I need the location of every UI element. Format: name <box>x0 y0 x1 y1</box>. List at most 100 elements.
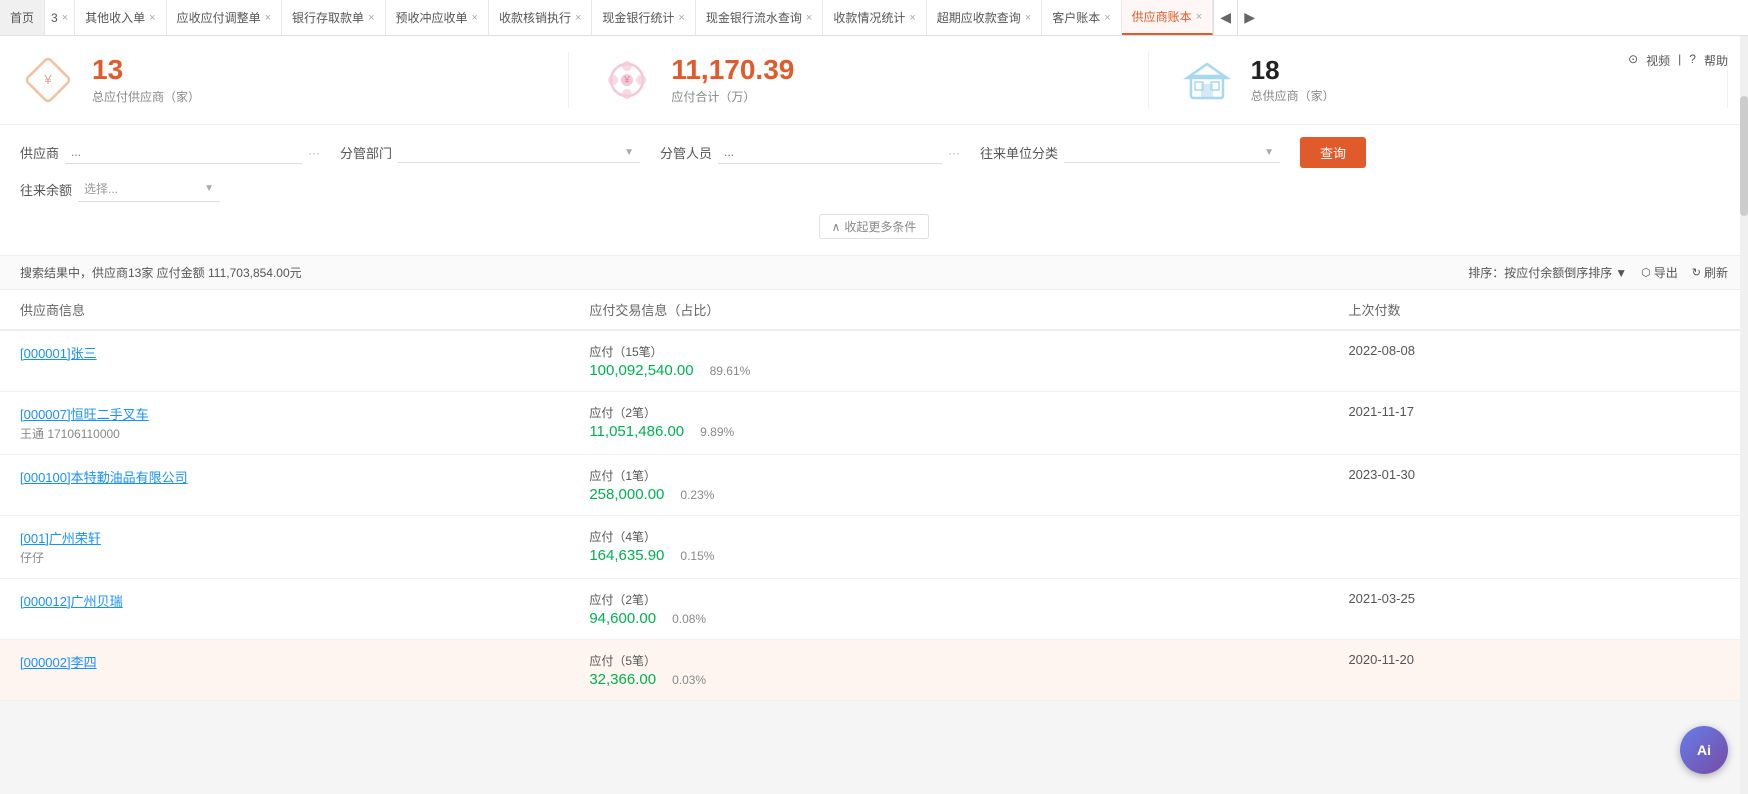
video-link[interactable]: 视频 <box>1646 52 1670 69</box>
nav-right-arrow[interactable]: ▶ <box>1237 0 1261 35</box>
nav-tab-other-income[interactable]: 其他收入单 × <box>75 0 166 35</box>
filter-person: 分管人员 ··· <box>660 141 960 164</box>
supplier-link-3[interactable]: [000100]本特勤油品有限公司 <box>20 470 188 485</box>
card3-info: 18 总供应商（家） <box>1251 56 1335 104</box>
lastpay-date-6: 2020-11-20 <box>1348 652 1414 667</box>
trans-percent-5: 0.08% <box>672 612 706 626</box>
trans-amount-2[interactable]: 11,051,486.00 <box>589 423 684 440</box>
nav-tab-home[interactable]: 首页 <box>0 0 45 35</box>
col-header-transaction: 应付交易信息（占比） <box>589 300 1348 319</box>
trans-row-2: 11,051,486.00 9.89% <box>589 423 1348 440</box>
person-input[interactable] <box>718 141 942 164</box>
trans-row-3: 258,000.00 0.23% <box>589 486 1348 503</box>
category-select[interactable]: ▼ <box>1064 143 1280 163</box>
balance-select[interactable]: 选择... ▼ <box>78 176 220 202</box>
supplier-dots-icon[interactable]: ··· <box>308 146 320 160</box>
supplier-input[interactable] <box>65 141 302 164</box>
refresh-button[interactable]: ↻ 刷新 <box>1692 264 1728 281</box>
divider: | <box>1678 52 1681 69</box>
transaction-info-6: 应付（5笔） 32,366.00 0.03% <box>589 652 1348 688</box>
nav-tab-cash-stat[interactable]: 现金银行统计 × <box>592 0 695 35</box>
nav-tab-supplier-ledger-label: 供应商账本 <box>1132 8 1192 25</box>
filter-row-1: 供应商 ··· 分管部门 ▼ 分管人员 ··· 往来单位分类 ▼ 查询 <box>20 137 1728 168</box>
svg-text:¥: ¥ <box>624 75 631 86</box>
trans-amount-1[interactable]: 100,092,540.00 <box>589 362 693 379</box>
nav-tab-receipt-verify[interactable]: 收款核销执行 × <box>489 0 592 35</box>
nav-tab-supplier-ledger[interactable]: 供应商账本 × <box>1122 0 1213 35</box>
dept-select[interactable]: ▼ <box>398 143 640 163</box>
person-dots-icon[interactable]: ··· <box>948 146 960 160</box>
top-navigation: 首页 3 × 其他收入单 × 应收应付调整单 × 银行存取款单 × 预收冲应收单… <box>0 0 1748 36</box>
card2-number: 11,170.39 <box>671 55 794 86</box>
nav-tab-3-close[interactable]: × <box>62 12 68 24</box>
trans-amount-5[interactable]: 94,600.00 <box>589 610 656 627</box>
col-header-supplier: 供应商信息 <box>20 300 589 319</box>
lastpay-3: 2023-01-30 <box>1348 467 1728 482</box>
nav-tab-overdue-ar[interactable]: 超期应收款查询 × <box>927 0 1042 35</box>
nav-tab-receipt-verify-close[interactable]: × <box>575 12 581 24</box>
filter-area: 供应商 ··· 分管部门 ▼ 分管人员 ··· 往来单位分类 ▼ 查询 <box>0 125 1748 256</box>
trans-amount-3[interactable]: 258,000.00 <box>589 486 664 503</box>
flower-icon: ¥ <box>599 52 655 108</box>
nav-tab-cash-flow[interactable]: 现金银行流水查询 × <box>696 0 823 35</box>
query-button[interactable]: 查询 <box>1300 137 1366 168</box>
supplier-link-5[interactable]: [000012]广州贝瑞 <box>20 594 123 609</box>
nav-tab-advance-ar-label: 预收冲应收单 <box>396 9 468 26</box>
card1-info: 13 总应付供应商（家） <box>92 55 200 105</box>
nav-tab-ar-ap[interactable]: 应收应付调整单 × <box>167 0 282 35</box>
scrollbar-thumb[interactable] <box>1740 96 1748 216</box>
export-button[interactable]: ⬡ 导出 <box>1641 264 1678 281</box>
nav-tab-ar-ap-label: 应收应付调整单 <box>177 9 261 26</box>
card3-number: 18 <box>1251 56 1335 85</box>
nav-left-arrow[interactable]: ◀ <box>1213 0 1237 35</box>
nav-tab-other-income-close[interactable]: × <box>149 12 155 24</box>
lastpay-1: 2022-08-08 <box>1348 343 1728 358</box>
trans-percent-4: 0.15% <box>680 549 714 563</box>
nav-tab-customer-ledger[interactable]: 客户账本 × <box>1042 0 1121 35</box>
lastpay-6: 2020-11-20 <box>1348 652 1728 667</box>
nav-tab-cash-flow-label: 现金银行流水查询 <box>706 9 802 26</box>
trans-row-5: 94,600.00 0.08% <box>589 610 1348 627</box>
nav-tab-receipt-stat[interactable]: 收款情况统计 × <box>823 0 926 35</box>
nav-tab-cash-flow-close[interactable]: × <box>806 12 812 24</box>
supplier-link-1[interactable]: [000001]张三 <box>20 346 97 361</box>
nav-tab-3[interactable]: 3 × <box>45 0 75 35</box>
nav-tab-supplier-ledger-close[interactable]: × <box>1196 11 1202 23</box>
supplier-link-6[interactable]: [000002]李四 <box>20 655 97 670</box>
supplier-link-2[interactable]: [000007]恒旺二手叉车 <box>20 407 149 422</box>
transaction-info-2: 应付（2笔） 11,051,486.00 9.89% <box>589 404 1348 440</box>
nav-tab-bank-close[interactable]: × <box>368 12 374 24</box>
trans-label-2: 应付（2笔） <box>589 404 1348 421</box>
filter-category: 往来单位分类 ▼ <box>980 143 1280 163</box>
trans-amount-4[interactable]: 164,635.90 <box>589 547 664 564</box>
supplier-link-4[interactable]: [001]广州荣轩 <box>20 531 101 546</box>
nav-tab-overdue-ar-close[interactable]: × <box>1025 12 1031 24</box>
nav-tab-advance-ar[interactable]: 预收冲应收单 × <box>386 0 489 35</box>
lastpay-date-2: 2021-11-17 <box>1348 404 1414 419</box>
ai-badge-label: Ai <box>1697 742 1711 758</box>
nav-tab-bank-label: 银行存取款单 <box>292 9 364 26</box>
nav-tab-customer-ledger-close[interactable]: × <box>1104 12 1110 24</box>
ai-badge[interactable]: Ai <box>1680 726 1728 774</box>
card2-label: 应付合计（万） <box>671 88 794 105</box>
nav-tab-receipt-verify-label: 收款核销执行 <box>499 9 571 26</box>
sort-button[interactable]: 排序：按应付余额倒序排序 ▼ <box>1468 264 1627 281</box>
help-link[interactable]: 帮助 <box>1704 52 1728 69</box>
nav-tab-receipt-stat-close[interactable]: × <box>909 12 915 24</box>
trans-row-6: 32,366.00 0.03% <box>589 671 1348 688</box>
table-row: [000001]张三 应付（15笔） 100,092,540.00 89.61%… <box>0 331 1748 392</box>
transaction-info-3: 应付（1笔） 258,000.00 0.23% <box>589 467 1348 503</box>
trans-percent-3: 0.23% <box>680 488 714 502</box>
nav-tab-ar-ap-close[interactable]: × <box>265 12 271 24</box>
trans-row-4: 164,635.90 0.15% <box>589 547 1348 564</box>
table-row: [000012]广州贝瑞 应付（2笔） 94,600.00 0.08% 2021… <box>0 579 1748 640</box>
collapse-button[interactable]: ∧ 收起更多条件 <box>819 214 930 239</box>
trans-percent-6: 0.03% <box>672 673 706 687</box>
summary-card-suppliers-with-ap: ¥ 13 总应付供应商（家） <box>20 52 569 108</box>
trans-amount-6[interactable]: 32,366.00 <box>589 671 656 688</box>
supplier-info-5: [000012]广州贝瑞 <box>20 591 589 610</box>
nav-tab-advance-ar-close[interactable]: × <box>472 12 478 24</box>
dept-chevron-down-icon: ▼ <box>624 147 634 158</box>
nav-tab-cash-stat-close[interactable]: × <box>678 12 684 24</box>
nav-tab-bank[interactable]: 银行存取款单 × <box>282 0 385 35</box>
